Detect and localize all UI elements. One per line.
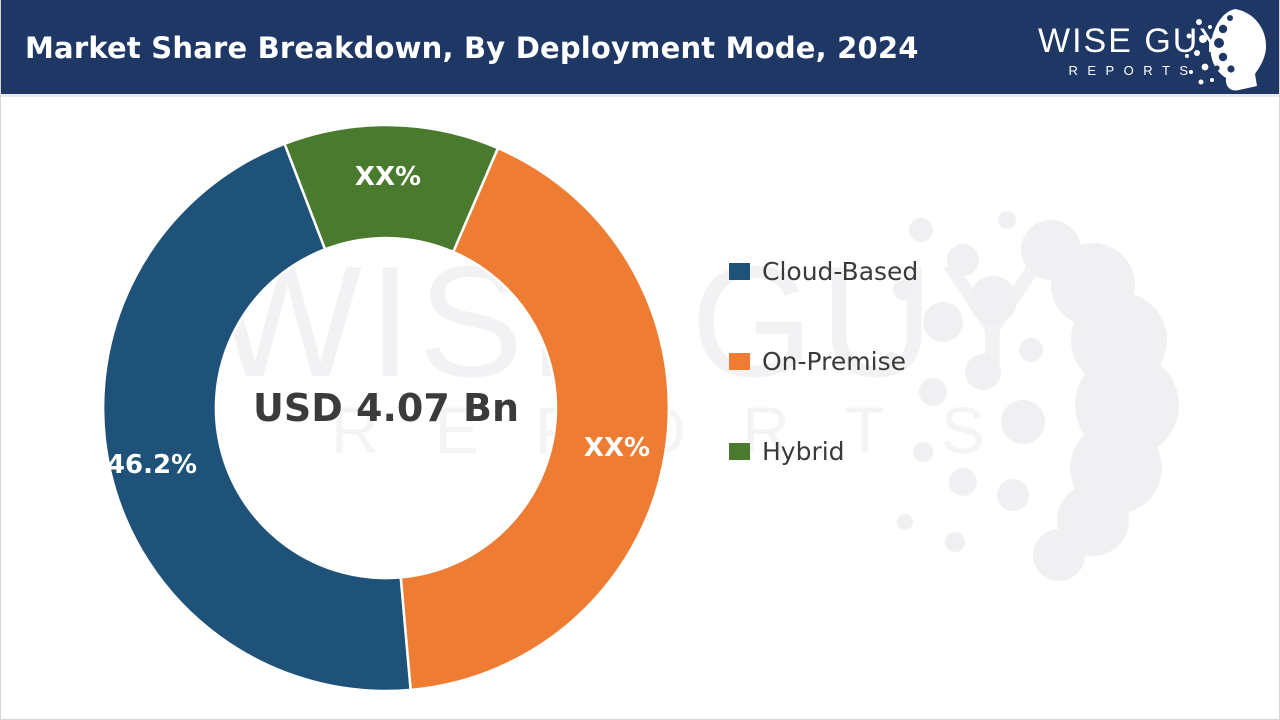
legend-swatch-hybrid xyxy=(729,442,750,460)
legend-label: On-Premise xyxy=(762,346,906,376)
legend-label: Cloud-Based xyxy=(762,256,919,286)
slice-label-hybrid: XX% xyxy=(355,162,421,192)
chart-legend: Cloud-Based On-Premise Hybrid xyxy=(729,253,918,523)
slice-label-on-premise: XX% xyxy=(584,433,650,463)
chart-center-value: USD 4.07 Bn xyxy=(253,386,519,430)
legend-label: Hybrid xyxy=(762,436,845,466)
report-page: Market Share Breakdown, By Deployment Mo… xyxy=(0,0,1280,720)
legend-item-cloud-based[interactable]: Cloud-Based xyxy=(729,253,918,289)
legend-item-hybrid[interactable]: Hybrid xyxy=(729,433,918,469)
legend-item-on-premise[interactable]: On-Premise xyxy=(729,343,918,379)
donut-chart: 46.2% XX% XX% USD 4.07 Bn xyxy=(101,123,671,693)
legend-swatch-on-premise xyxy=(729,352,750,370)
legend-swatch-cloud-based xyxy=(729,262,750,280)
slice-label-cloud-based: 46.2% xyxy=(107,450,197,480)
